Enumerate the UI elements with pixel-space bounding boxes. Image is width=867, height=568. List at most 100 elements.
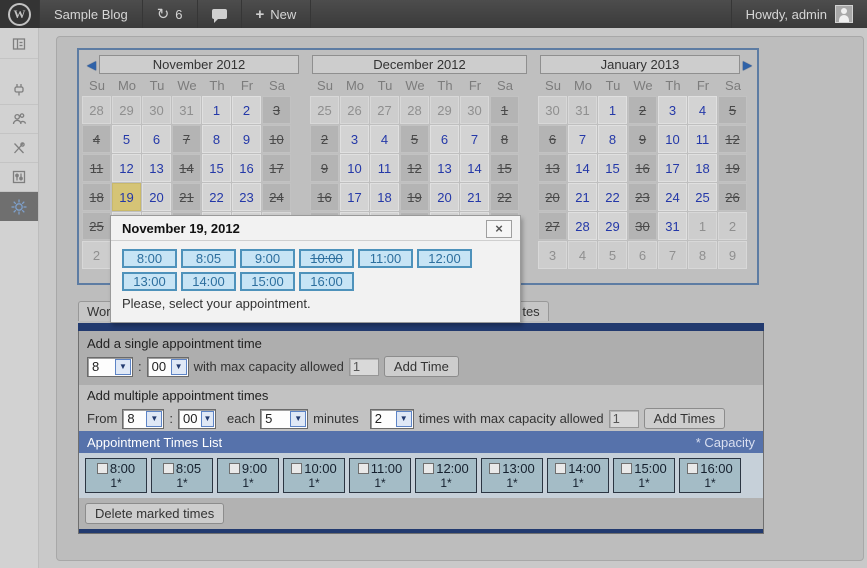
sidebar-item-settings[interactable]: [0, 163, 38, 192]
calendar-day[interactable]: 21: [460, 183, 489, 211]
delete-marked-times-button[interactable]: Delete marked times: [85, 503, 225, 524]
sidebar-item-tools[interactable]: [0, 134, 38, 163]
calendar-day[interactable]: 18: [688, 154, 717, 182]
calendar-day[interactable]: 21: [568, 183, 597, 211]
single-capacity-input[interactable]: 1: [348, 357, 379, 376]
calendar-day[interactable]: 11: [688, 125, 717, 153]
calendar-day[interactable]: 13: [142, 154, 171, 182]
calendar-day[interactable]: 2: [232, 96, 261, 124]
appointment-time-item[interactable]: 10:00 1*: [283, 458, 345, 493]
calendar-day[interactable]: 5: [112, 125, 141, 153]
calendar-day[interactable]: 17: [658, 154, 687, 182]
sidebar-item-users[interactable]: [0, 105, 38, 134]
next-month-arrow[interactable]: ▶: [740, 58, 755, 72]
avatar: [835, 5, 853, 23]
time-item-checkbox[interactable]: [621, 463, 633, 474]
calendar-day[interactable]: 8: [598, 125, 627, 153]
multi-minute-select[interactable]: 00 ▼: [177, 408, 216, 429]
add-times-button[interactable]: Add Times: [643, 408, 726, 429]
calendar-day[interactable]: 8: [202, 125, 231, 153]
appointment-time-item[interactable]: 16:00 1*: [679, 458, 741, 493]
appointment-time-item[interactable]: 14:00 1*: [547, 458, 609, 493]
calendar-day[interactable]: 9: [232, 125, 261, 153]
calendar-day[interactable]: 20: [430, 183, 459, 211]
appointment-time-item[interactable]: 12:00 1*: [415, 458, 477, 493]
calendar-day[interactable]: 3: [658, 96, 687, 124]
calendar-day[interactable]: 14: [460, 154, 489, 182]
time-item-checkbox[interactable]: [423, 463, 435, 474]
calendar-day[interactable]: 20: [142, 183, 171, 211]
calendar-day[interactable]: 1: [202, 96, 231, 124]
calendar-day[interactable]: 18: [370, 183, 399, 211]
sidebar-item-plugins[interactable]: [0, 76, 38, 105]
calendar-day[interactable]: 10: [658, 125, 687, 153]
time-item-checkbox[interactable]: [228, 463, 240, 474]
calendar-day[interactable]: 12: [112, 154, 141, 182]
time-item-checkbox[interactable]: [291, 463, 303, 474]
calendar-day[interactable]: 23: [232, 183, 261, 211]
wordpress-logo[interactable]: W: [0, 0, 40, 28]
calendar-day[interactable]: 15: [202, 154, 231, 182]
appointment-time-item[interactable]: 15:00 1*: [613, 458, 675, 493]
time-slot[interactable]: 9:00: [240, 249, 295, 268]
calendar-day[interactable]: 4: [370, 125, 399, 153]
calendar-day[interactable]: 31: [658, 212, 687, 240]
time-item-checkbox[interactable]: [162, 463, 174, 474]
comments-menu[interactable]: [198, 0, 242, 28]
time-slot[interactable]: 12:00: [417, 249, 472, 268]
add-time-button[interactable]: Add Time: [383, 356, 459, 377]
calendar-day[interactable]: 17: [340, 183, 369, 211]
single-minute-select[interactable]: 00 ▼: [146, 356, 189, 377]
single-hour-select[interactable]: 8 ▼: [87, 356, 133, 377]
close-icon[interactable]: ×: [486, 220, 512, 238]
step-select[interactable]: 5 ▼: [260, 408, 309, 429]
calendar-day[interactable]: 3: [340, 125, 369, 153]
sidebar-item-layout[interactable]: [0, 30, 38, 59]
time-slot[interactable]: 8:00: [122, 249, 177, 268]
calendar-day[interactable]: 7: [460, 125, 489, 153]
calendar-day[interactable]: 29: [598, 212, 627, 240]
count-select[interactable]: 2 ▼: [369, 408, 414, 429]
calendar-day[interactable]: 4: [688, 96, 717, 124]
time-item-checkbox[interactable]: [555, 463, 567, 474]
time-slot[interactable]: 13:00: [122, 272, 177, 291]
calendar-day[interactable]: 6: [142, 125, 171, 153]
calendar-day[interactable]: 24: [658, 183, 687, 211]
appointment-time-item[interactable]: 8:00 1*: [85, 458, 147, 493]
calendar-day[interactable]: 22: [202, 183, 231, 211]
prev-month-arrow[interactable]: ◀: [84, 58, 99, 72]
time-slot[interactable]: 16:00: [299, 272, 354, 291]
calendar-day[interactable]: 28: [568, 212, 597, 240]
time-item-checkbox[interactable]: [96, 463, 108, 474]
calendar-day[interactable]: 13: [430, 154, 459, 182]
calendar-day[interactable]: 7: [568, 125, 597, 153]
calendar-day[interactable]: 25: [688, 183, 717, 211]
sidebar-item-booking-active[interactable]: [0, 192, 38, 221]
multi-capacity-input[interactable]: 1: [608, 409, 639, 428]
appointment-time-item[interactable]: 8:05 1*: [151, 458, 213, 493]
account-menu[interactable]: Howdy, admin: [730, 0, 867, 28]
time-slot[interactable]: 11:00: [358, 249, 413, 268]
calendar-day[interactable]: 11: [370, 154, 399, 182]
calendar-day[interactable]: 14: [568, 154, 597, 182]
time-item-checkbox[interactable]: [687, 463, 699, 474]
site-name-menu[interactable]: Sample Blog: [40, 0, 143, 28]
time-slot[interactable]: 14:00: [181, 272, 236, 291]
updates-menu[interactable]: ↻ 6: [143, 0, 198, 28]
calendar-day[interactable]: 15: [598, 154, 627, 182]
time-slot[interactable]: 15:00: [240, 272, 295, 291]
calendar-day[interactable]: 16: [232, 154, 261, 182]
appointment-time-item[interactable]: 9:00 1*: [217, 458, 279, 493]
calendar-day[interactable]: 10: [340, 154, 369, 182]
new-content-menu[interactable]: + New: [242, 0, 312, 28]
calendar-day[interactable]: 6: [430, 125, 459, 153]
calendar-day[interactable]: 1: [598, 96, 627, 124]
time-slot[interactable]: 8:05: [181, 249, 236, 268]
time-item-checkbox[interactable]: [489, 463, 501, 474]
calendar-day[interactable]: 22: [598, 183, 627, 211]
appointment-time-item[interactable]: 11:00 1*: [349, 458, 411, 493]
multi-hour-select[interactable]: 8 ▼: [122, 408, 165, 429]
time-item-checkbox[interactable]: [357, 463, 369, 474]
calendar-day[interactable]: 19: [112, 183, 141, 211]
appointment-time-item[interactable]: 13:00 1*: [481, 458, 543, 493]
